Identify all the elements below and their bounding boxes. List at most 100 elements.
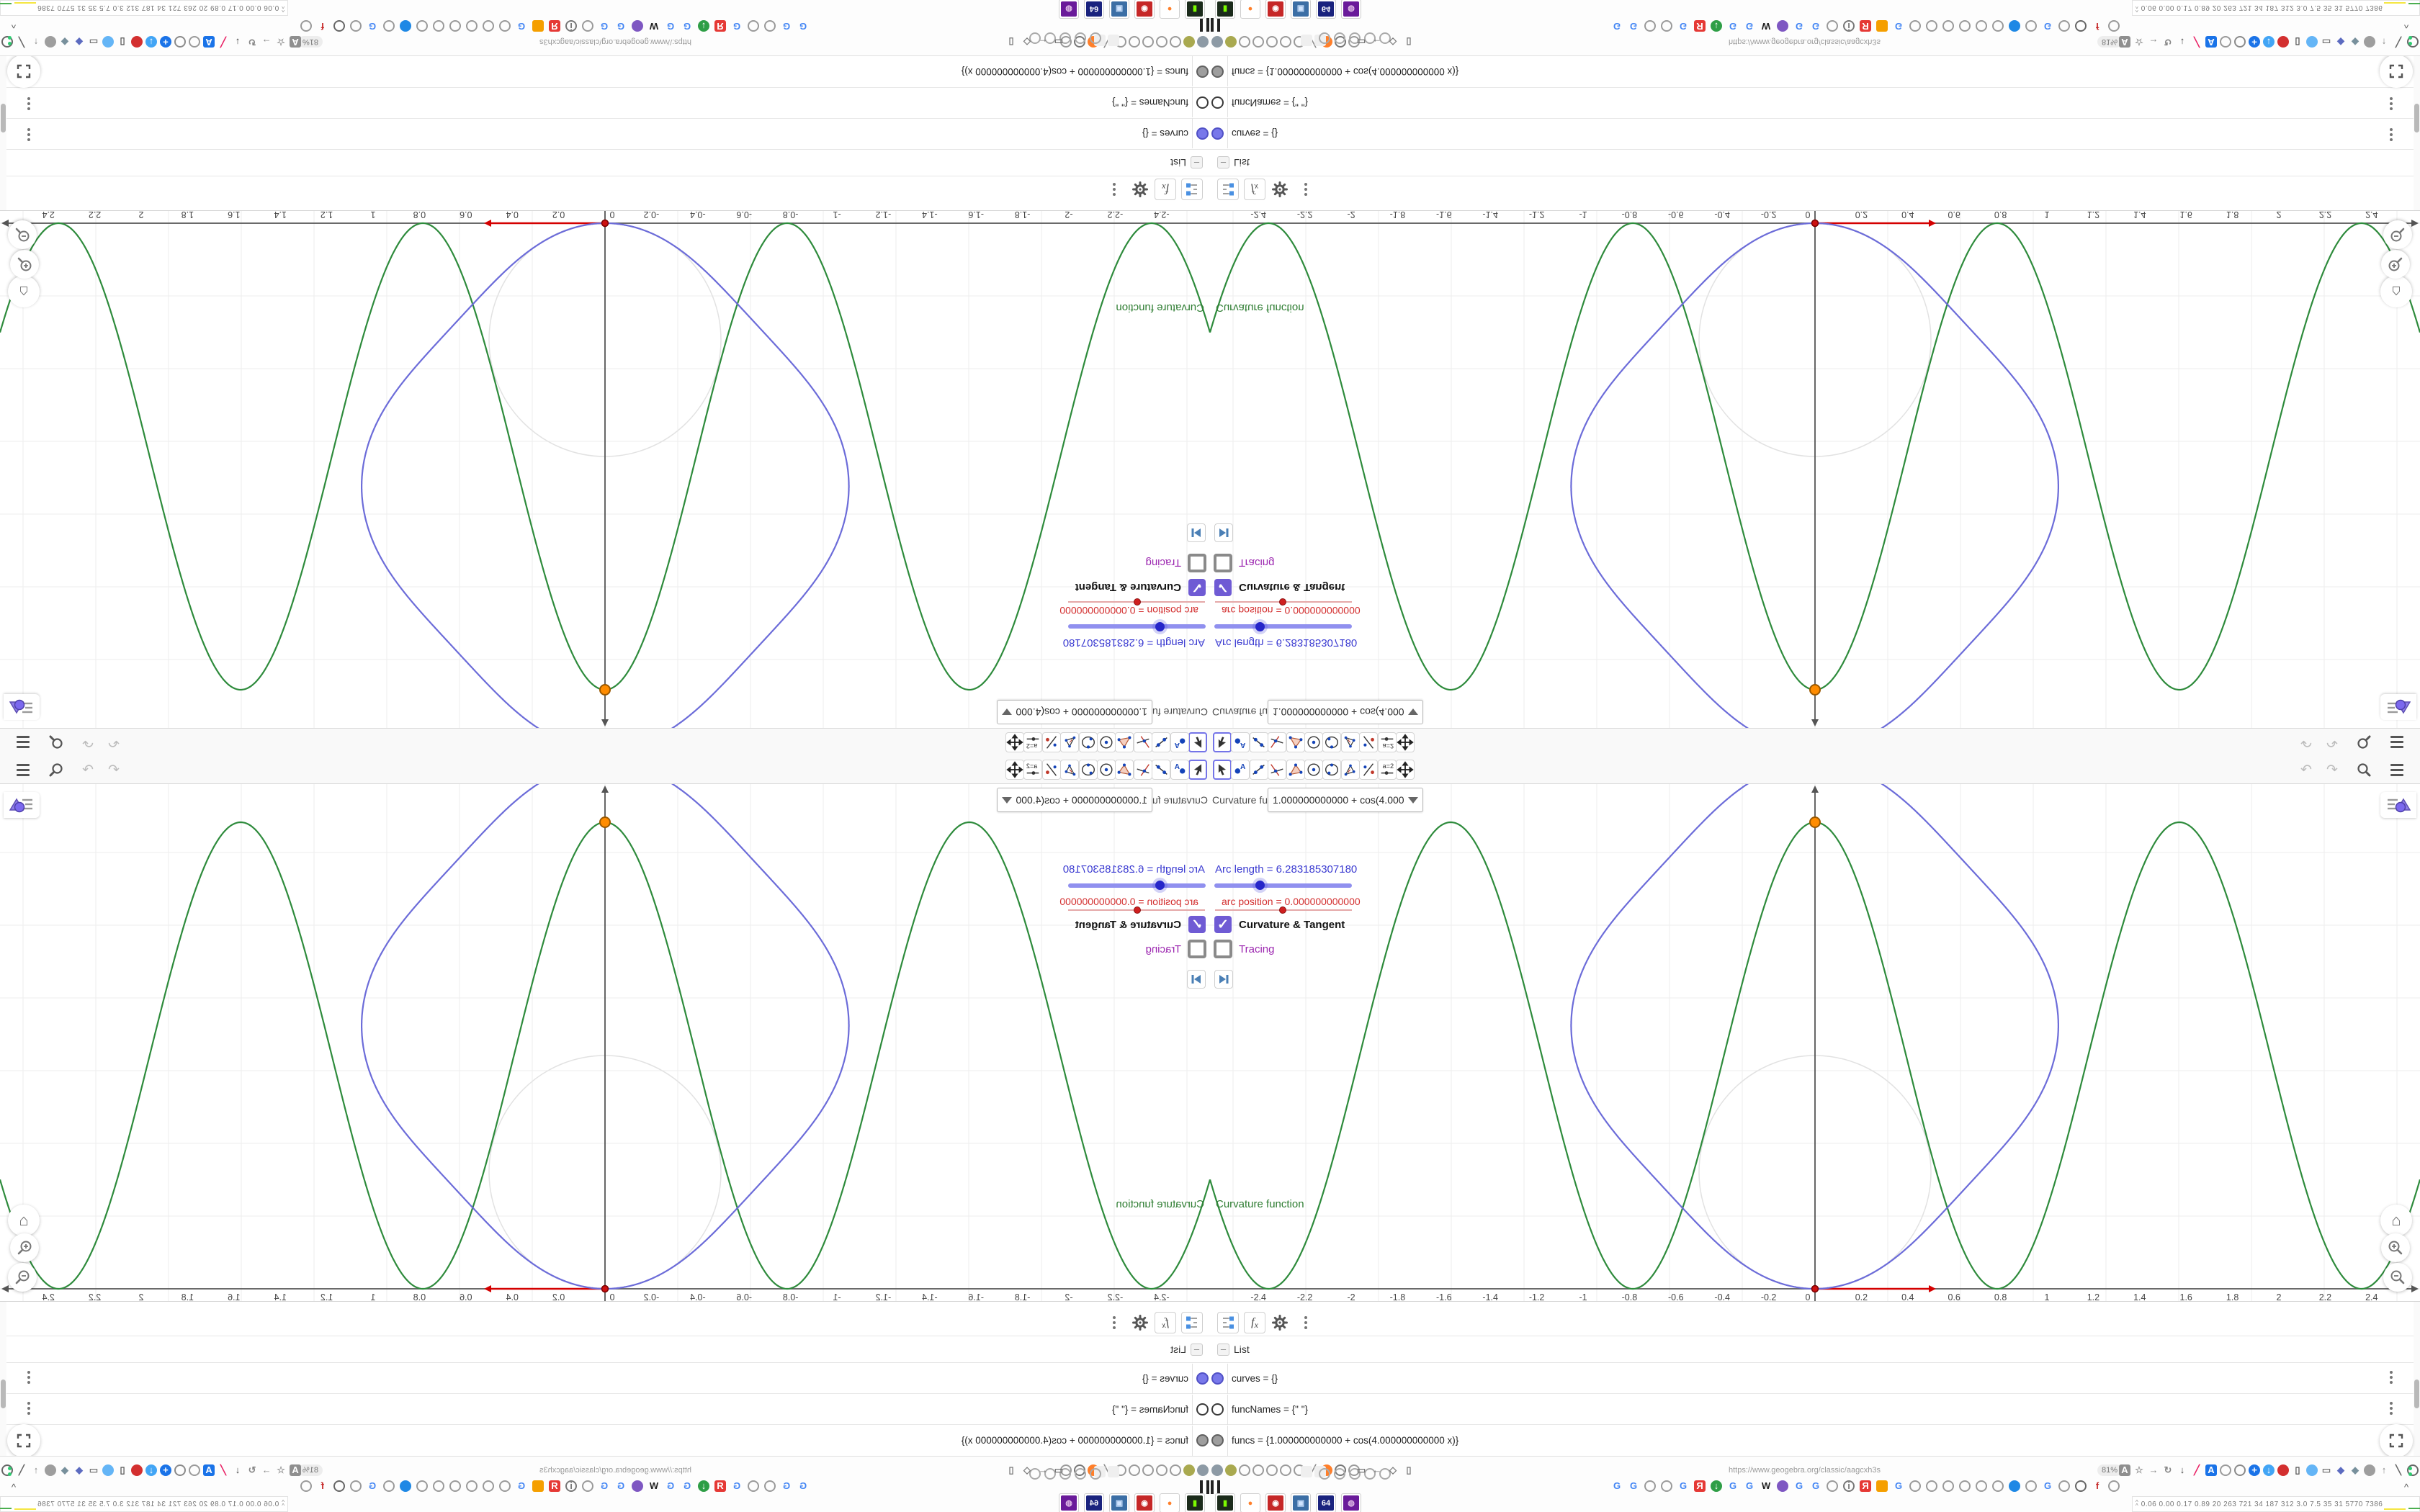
kebab-menu-icon[interactable] <box>1103 1312 1125 1333</box>
box-icon[interactable]: ▭ <box>2321 36 2332 48</box>
gear-favicon[interactable] <box>2075 20 2087 32</box>
down-circle-icon[interactable]: ↓ <box>2263 36 2275 48</box>
tool-move[interactable] <box>1188 760 1207 780</box>
box-icon[interactable]: ▭ <box>2321 1464 2332 1476</box>
translate-icon[interactable]: A <box>2119 36 2130 48</box>
site-favicon[interactable] <box>582 20 593 32</box>
reload-icon[interactable]: ↻ <box>2162 36 2174 48</box>
home-button[interactable]: ⌂ <box>2380 1205 2412 1236</box>
scrollbar-thumb[interactable] <box>1 104 6 132</box>
kebab-menu-icon[interactable] <box>1103 179 1125 200</box>
undo-icon[interactable]: ↶ <box>105 734 122 751</box>
star-icon[interactable]: ☆ <box>275 1464 287 1476</box>
curvature-tangent-checkbox[interactable]: ✓ <box>1214 916 1232 933</box>
tool-slider[interactable]: a=2 <box>1377 760 1397 780</box>
download-favicon[interactable]: ↓ <box>1711 20 1722 32</box>
undo-icon[interactable]: ↶ <box>105 761 122 778</box>
google-favicon[interactable]: G <box>797 1480 809 1492</box>
terminal-app[interactable]: ▮ <box>1215 0 1235 19</box>
scrollbar-thumb[interactable] <box>2414 104 2419 132</box>
visibility-toggle[interactable] <box>1196 1403 1209 1416</box>
wikipedia-favicon[interactable]: W <box>1760 20 1772 32</box>
fullscreen-button[interactable] <box>2380 55 2413 88</box>
thumb-up-icon[interactable]: ↑ <box>30 36 42 48</box>
function-input[interactable]: 1.000000000000 + cos(4.000000000000 x) <box>1268 700 1423 724</box>
ghost-slot[interactable] <box>1301 35 1312 46</box>
add-circle-icon[interactable]: + <box>2249 1464 2260 1476</box>
tool-point[interactable]: A <box>1170 732 1189 752</box>
site-favicon[interactable] <box>1959 1480 1971 1492</box>
floppy64-app[interactable]: 64 <box>1316 1493 1336 1512</box>
reload-icon[interactable]: ↻ <box>246 36 258 48</box>
shield2-icon[interactable]: ◆ <box>2349 1464 2361 1476</box>
tool-move-graphics-view[interactable] <box>1005 732 1024 752</box>
tool-point[interactable]: A <box>1231 732 1250 752</box>
tracing-checkbox[interactable] <box>1188 940 1206 958</box>
search-icon[interactable] <box>2355 734 2372 751</box>
tool-intersect-two-lines[interactable] <box>1133 732 1152 752</box>
fullscreen-button[interactable] <box>2380 1424 2413 1457</box>
blue-favicon[interactable] <box>400 1480 411 1492</box>
visibility-toggle[interactable] <box>1196 127 1209 140</box>
star-icon[interactable]: ☆ <box>275 36 287 48</box>
wrench2-icon[interactable]: ╲ <box>2393 36 2404 48</box>
algebra-panel-toggle-button[interactable] <box>2380 694 2416 720</box>
tool-polygon[interactable] <box>1286 732 1305 752</box>
terminal-app[interactable]: ▮ <box>1215 1493 1235 1512</box>
kebab-menu-icon[interactable] <box>1295 1312 1317 1333</box>
site-favicon[interactable] <box>1909 20 1921 32</box>
add-circle-icon[interactable]: + <box>2249 36 2260 48</box>
drop-icon[interactable] <box>1211 1464 1223 1476</box>
olive-app-icon[interactable] <box>1183 1464 1195 1476</box>
panel-scrollbar[interactable] <box>0 55 6 210</box>
gear-wheel-icon[interactable] <box>2234 36 2246 48</box>
record-icon[interactable] <box>2277 1464 2289 1476</box>
dropdown-caret-icon[interactable] <box>1002 796 1012 804</box>
chevron-up-icon[interactable]: ^ <box>2404 1482 2408 1493</box>
menu-icon[interactable] <box>14 761 32 778</box>
zoom-in-button[interactable] <box>2381 1233 2410 1262</box>
google-favicon[interactable]: G <box>1744 1480 1755 1492</box>
globe-color-icon[interactable] <box>2306 36 2318 48</box>
oval-icon[interactable] <box>189 36 200 48</box>
google-favicon[interactable]: G <box>781 1480 792 1492</box>
back-arrow-icon[interactable]: ← <box>1037 1464 1049 1476</box>
blue-favicon[interactable] <box>400 20 411 32</box>
f-script-favicon[interactable]: f <box>2092 20 2103 32</box>
translate-icon[interactable]: A <box>290 1464 301 1476</box>
terminal-app[interactable]: ▮ <box>1185 0 1205 19</box>
ud-shield-icon[interactable]: ◆ <box>73 36 85 48</box>
lock-icon[interactable]: ▯ <box>1005 36 1017 48</box>
back-arrow-icon[interactable]: ← <box>1371 36 1383 48</box>
google-favicon[interactable]: G <box>797 20 809 32</box>
google-favicon[interactable]: G <box>615 20 627 32</box>
trash-icon[interactable]: ▯ <box>2292 36 2303 48</box>
globe-icon[interactable] <box>1156 1464 1168 1476</box>
trash-icon[interactable]: ▯ <box>2292 1464 2303 1476</box>
dropdown-caret-icon[interactable] <box>1002 708 1012 716</box>
algebra-row-funcnames[interactable]: funcNames = {" "} <box>0 1395 1210 1425</box>
algebra-tree-icon[interactable] <box>1217 1312 1239 1333</box>
box-icon[interactable]: ▭ <box>88 36 99 48</box>
status-dot[interactable] <box>1319 1468 1330 1480</box>
google-favicon[interactable]: G <box>615 1480 627 1492</box>
shield2-icon[interactable]: ◆ <box>59 36 71 48</box>
lock-icon[interactable]: ▯ <box>1403 36 1415 48</box>
visibility-toggle[interactable] <box>1196 1434 1209 1446</box>
row-kebab-icon[interactable] <box>2390 1371 2393 1384</box>
algebra-panel-toggle-button[interactable] <box>4 792 40 818</box>
algebra-row-funcs[interactable]: funcs = {1.000000000000 + cos(4.00000000… <box>0 1426 1210 1456</box>
tool-conic-five-points[interactable] <box>1078 760 1098 780</box>
site-favicon[interactable] <box>433 20 444 32</box>
home-button[interactable]: ⌂ <box>8 1205 40 1236</box>
globe-color-icon[interactable] <box>2306 1464 2318 1476</box>
zoom-out-button[interactable] <box>2383 220 2412 249</box>
redo-icon[interactable]: ↷ <box>79 761 97 778</box>
site-favicon[interactable] <box>1827 1480 1838 1492</box>
algebra-row-funcs[interactable]: funcs = {1.000000000000 + cos(4.00000000… <box>1210 56 2420 86</box>
google-favicon[interactable]: G <box>1793 1480 1805 1492</box>
algebra-row-funcnames[interactable]: funcNames = {" "} <box>1210 87 2420 117</box>
drop-icon[interactable] <box>1197 1464 1209 1476</box>
site-favicon[interactable] <box>300 20 312 32</box>
tool-slider[interactable]: a=2 <box>1023 732 1043 752</box>
